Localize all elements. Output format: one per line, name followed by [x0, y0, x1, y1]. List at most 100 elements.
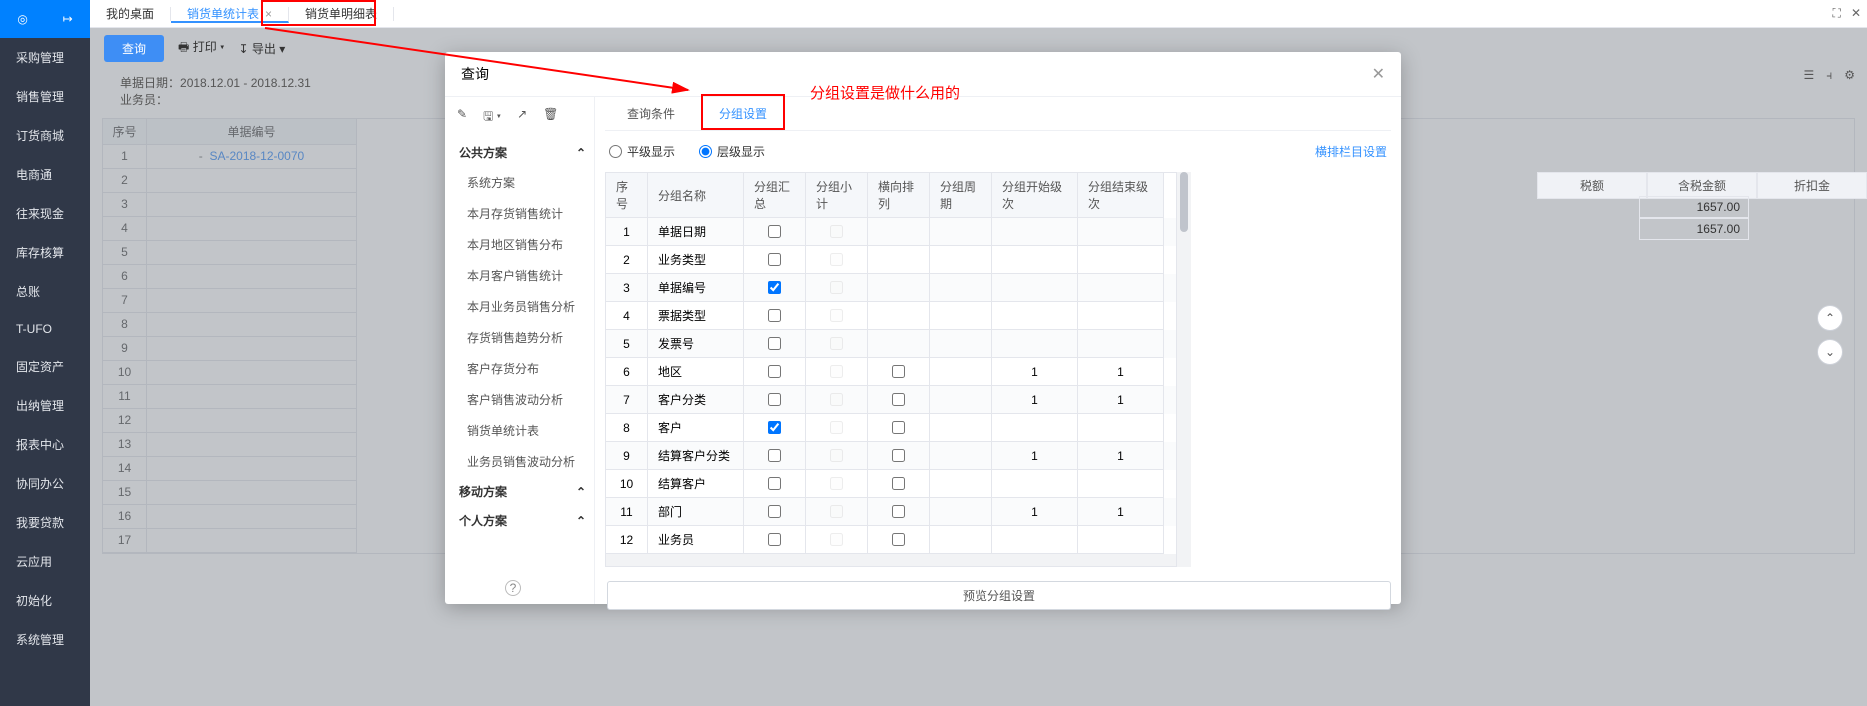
tab-group-setting[interactable]: 分组设置 [697, 97, 789, 130]
v-scrollbar[interactable] [1177, 172, 1191, 567]
filter-date-value: 2018.12.01 - 2018.12.31 [180, 76, 311, 90]
checkbox[interactable] [892, 449, 905, 462]
sidebar-item-6[interactable]: 总账 [0, 272, 90, 311]
sidebar-item-2[interactable]: 订货商城 [0, 116, 90, 155]
tab-0[interactable]: 我的桌面 [90, 7, 171, 21]
sidebar-item-10[interactable]: 报表中心 [0, 425, 90, 464]
checkbox[interactable] [768, 449, 781, 462]
checkbox[interactable] [768, 505, 781, 518]
help-icon[interactable]: ? [505, 580, 521, 596]
group-table: 序号 分组名称 分组汇总 分组小计 横向排列 分组周期 分组开始级次 分组结束级… [605, 172, 1177, 567]
gh-cyc: 分组周期 [930, 173, 992, 218]
checkbox [830, 225, 843, 238]
sidebar-top: ◎ ↦ [0, 0, 90, 38]
cell-amt-2: 1657.00 [1639, 218, 1749, 240]
delete-icon[interactable]: 🗑 [543, 107, 558, 128]
modal-close-icon[interactable]: ✕ [1372, 64, 1385, 84]
sidebar-item-0[interactable]: 采购管理 [0, 38, 90, 77]
expand-icon[interactable]: ⛶ [1833, 6, 1841, 21]
sidebar-item-7[interactable]: T-UFO [0, 311, 90, 347]
scheme-panel: ✎ 🖫 ▾ ↗ 🗑 公共方案⌃ 系统方案本月存货销售统计本月地区销售分布本月客户… [445, 97, 595, 604]
tab-query-cond[interactable]: 查询条件 [605, 97, 697, 130]
export-button[interactable]: ↧ 导出 ▾ [238, 40, 285, 57]
tab-1[interactable]: 销货单统计表× [171, 7, 289, 23]
checkbox[interactable] [892, 421, 905, 434]
sidebar-item-12[interactable]: 我要贷款 [0, 503, 90, 542]
group-row: 12业务员 [606, 526, 1176, 554]
checkbox[interactable] [768, 225, 781, 238]
sidebar-item-1[interactable]: 销售管理 [0, 77, 90, 116]
h-scrollbar[interactable] [606, 554, 1176, 566]
checkbox[interactable] [768, 393, 781, 406]
checkbox [830, 449, 843, 462]
group-row: 2业务类型 [606, 246, 1176, 274]
sidebar-item-11[interactable]: 协同办公 [0, 464, 90, 503]
print-button[interactable]: 🖶 打印 ▾ [178, 38, 224, 59]
radio-hier[interactable]: 层级显示 [699, 143, 765, 160]
query-button[interactable]: 查询 [104, 35, 164, 62]
checkbox[interactable] [768, 309, 781, 322]
checkbox[interactable] [892, 393, 905, 406]
section-mobile[interactable]: 移动方案⌃ [451, 477, 594, 506]
horiz-col-link[interactable]: 横排栏目设置 [1315, 143, 1387, 160]
scheme-item-8[interactable]: 销货单统计表 [451, 415, 594, 446]
scheme-item-1[interactable]: 本月存货销售统计 [451, 198, 594, 229]
checkbox[interactable] [892, 477, 905, 490]
scheme-item-7[interactable]: 客户销售波动分析 [451, 384, 594, 415]
sidebar-item-9[interactable]: 出纳管理 [0, 386, 90, 425]
back-icon[interactable]: ◎ [17, 12, 27, 26]
scheme-item-0[interactable]: 系统方案 [451, 167, 594, 198]
filter-sales-label: 业务员： [120, 91, 168, 108]
tab-2[interactable]: 销货单明细表 [289, 7, 394, 21]
sidebar-item-8[interactable]: 固定资产 [0, 347, 90, 386]
gh-hx: 横向排列 [868, 173, 930, 218]
checkbox[interactable] [768, 253, 781, 266]
preview-button[interactable]: 预览分组设置 [607, 581, 1391, 610]
tab-controls: ⛶ ✕ [1833, 6, 1861, 21]
save-icon[interactable]: 🖫 ▾ [483, 107, 501, 128]
scheme-item-6[interactable]: 客户存货分布 [451, 353, 594, 384]
group-row: 7客户分类11 [606, 386, 1176, 414]
sidebar-item-15[interactable]: 系统管理 [0, 620, 90, 659]
logout-icon[interactable]: ↦ [63, 12, 73, 26]
checkbox [830, 309, 843, 322]
checkbox[interactable] [768, 477, 781, 490]
checkbox[interactable] [768, 337, 781, 350]
sidebar-item-13[interactable]: 云应用 [0, 542, 90, 581]
scheme-item-4[interactable]: 本月业务员销售分析 [451, 291, 594, 322]
sidebar-item-14[interactable]: 初始化 [0, 581, 90, 620]
scheme-item-2[interactable]: 本月地区销售分布 [451, 229, 594, 260]
group-row: 11部门11 [606, 498, 1176, 526]
checkbox [830, 253, 843, 266]
checkbox[interactable] [768, 533, 781, 546]
share-icon[interactable]: ↗ [517, 107, 527, 128]
sidebar-item-3[interactable]: 电商通 [0, 155, 90, 194]
checkbox [830, 505, 843, 518]
gh-sum: 分组汇总 [744, 173, 806, 218]
modal-title: 查询 [461, 64, 489, 84]
checkbox[interactable] [768, 365, 781, 378]
section-personal[interactable]: 个人方案⌃ [451, 506, 594, 535]
col-tax: 税额 [1537, 172, 1647, 199]
checkbox [830, 477, 843, 490]
checkbox [830, 365, 843, 378]
checkbox [830, 533, 843, 546]
scheme-item-3[interactable]: 本月客户销售统计 [451, 260, 594, 291]
close-all-icon[interactable]: ✕ [1851, 6, 1861, 21]
checkbox[interactable] [892, 365, 905, 378]
edit-icon[interactable]: ✎ [457, 107, 467, 128]
section-public[interactable]: 公共方案⌃ [451, 138, 594, 167]
scheme-item-9[interactable]: 业务员销售波动分析 [451, 446, 594, 477]
radio-flat[interactable]: 平级显示 [609, 143, 675, 160]
close-icon[interactable]: × [265, 7, 272, 21]
move-up-button[interactable]: ⌃ [1817, 305, 1843, 331]
scheme-item-5[interactable]: 存货销售趋势分析 [451, 322, 594, 353]
move-down-button[interactable]: ⌄ [1817, 339, 1843, 365]
checkbox[interactable] [892, 533, 905, 546]
checkbox[interactable] [768, 281, 781, 294]
sidebar-item-5[interactable]: 库存核算 [0, 233, 90, 272]
group-row: 8客户 [606, 414, 1176, 442]
sidebar-item-4[interactable]: 往来现金 [0, 194, 90, 233]
checkbox[interactable] [892, 505, 905, 518]
checkbox[interactable] [768, 421, 781, 434]
